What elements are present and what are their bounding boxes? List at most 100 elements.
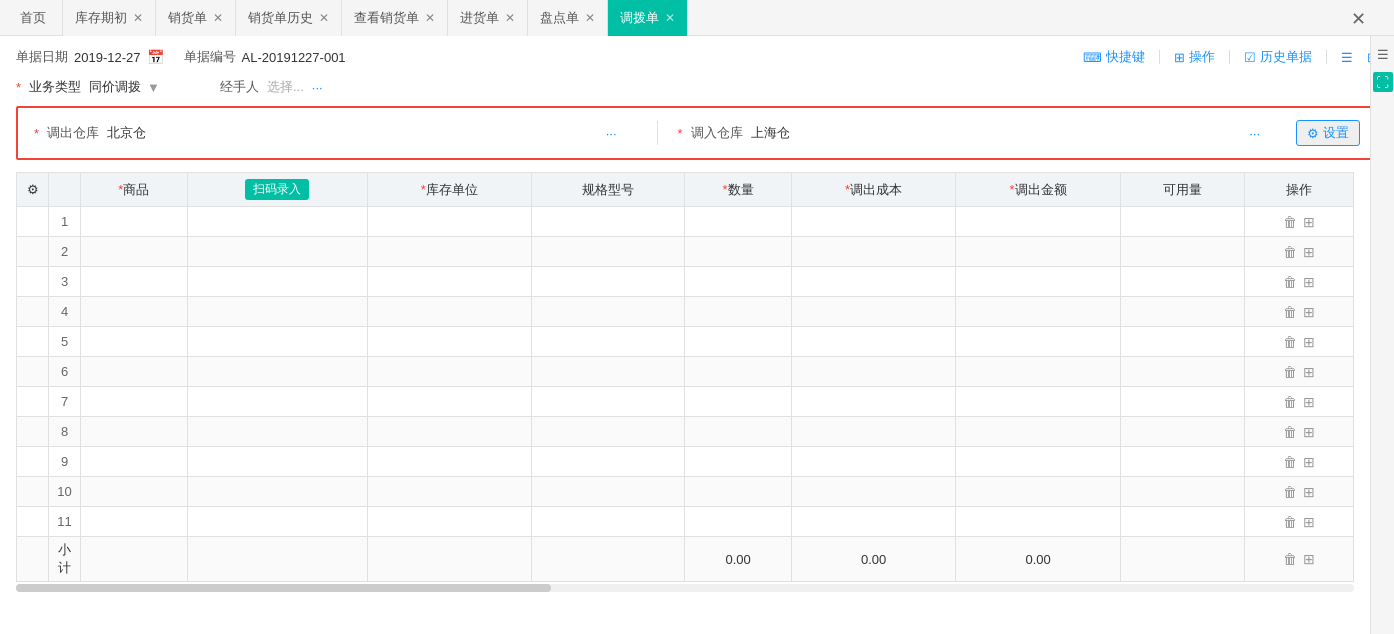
tab-transfer[interactable]: 调拨单 ✕: [608, 0, 688, 36]
tab-stocktake[interactable]: 盘点单 ✕: [528, 0, 608, 36]
row-qty[interactable]: [685, 237, 792, 267]
row-available[interactable]: [1120, 267, 1244, 297]
row-qty[interactable]: [685, 507, 792, 537]
delete-row-icon[interactable]: 🗑: [1283, 454, 1297, 470]
row-cost[interactable]: [791, 387, 955, 417]
row-available[interactable]: [1120, 297, 1244, 327]
tab-inventory-init[interactable]: 库存期初 ✕: [63, 0, 156, 36]
person-more-button[interactable]: ···: [312, 80, 323, 95]
copy-row-icon[interactable]: ⊞: [1303, 424, 1315, 440]
row-available[interactable]: [1120, 357, 1244, 387]
row-unit[interactable]: [367, 207, 531, 237]
row-qty[interactable]: [685, 417, 792, 447]
copy-row-icon[interactable]: ⊞: [1303, 304, 1315, 320]
subtotal-delete-icon[interactable]: 🗑: [1283, 551, 1297, 567]
row-unit[interactable]: [367, 267, 531, 297]
row-available[interactable]: [1120, 387, 1244, 417]
row-spec[interactable]: [532, 417, 685, 447]
row-amount[interactable]: [956, 447, 1120, 477]
row-available[interactable]: [1120, 477, 1244, 507]
row-unit[interactable]: [367, 357, 531, 387]
row-qty[interactable]: [685, 357, 792, 387]
close-sales-history-icon[interactable]: ✕: [319, 11, 329, 25]
shortcut-button[interactable]: ⌨ 快捷键: [1083, 48, 1145, 66]
close-sales-order-icon[interactable]: ✕: [213, 11, 223, 25]
row-amount[interactable]: [956, 477, 1120, 507]
row-available[interactable]: [1120, 237, 1244, 267]
close-transfer-icon[interactable]: ✕: [665, 11, 675, 25]
row-spec[interactable]: [532, 207, 685, 237]
row-qty[interactable]: [685, 297, 792, 327]
copy-row-icon[interactable]: ⊞: [1303, 394, 1315, 410]
subtotal-copy-icon[interactable]: ⊞: [1303, 551, 1315, 567]
row-amount[interactable]: [956, 297, 1120, 327]
row-cost[interactable]: [791, 447, 955, 477]
row-spec[interactable]: [532, 237, 685, 267]
row-available[interactable]: [1120, 507, 1244, 537]
delete-row-icon[interactable]: 🗑: [1283, 514, 1297, 530]
close-purchase-order-icon[interactable]: ✕: [505, 11, 515, 25]
delete-row-icon[interactable]: 🗑: [1283, 214, 1297, 230]
copy-row-icon[interactable]: ⊞: [1303, 334, 1315, 350]
out-warehouse-more-button[interactable]: ···: [606, 126, 617, 141]
copy-row-icon[interactable]: ⊞: [1303, 274, 1315, 290]
scan-button[interactable]: 扫码录入: [245, 179, 309, 200]
row-unit[interactable]: [367, 327, 531, 357]
row-unit[interactable]: [367, 237, 531, 267]
row-cost[interactable]: [791, 327, 955, 357]
row-qty[interactable]: [685, 387, 792, 417]
row-spec[interactable]: [532, 297, 685, 327]
row-product[interactable]: [81, 207, 188, 237]
delete-row-icon[interactable]: 🗑: [1283, 424, 1297, 440]
row-qty[interactable]: [685, 477, 792, 507]
row-available[interactable]: [1120, 207, 1244, 237]
row-product[interactable]: [81, 357, 188, 387]
tab-sales-history[interactable]: 销货单历史 ✕: [236, 0, 342, 36]
row-qty[interactable]: [685, 447, 792, 477]
copy-row-icon[interactable]: ⊞: [1303, 244, 1315, 260]
row-spec[interactable]: [532, 477, 685, 507]
row-cost[interactable]: [791, 477, 955, 507]
layout-list-button[interactable]: ☰: [1341, 50, 1353, 65]
tab-home[interactable]: 首页: [4, 0, 63, 36]
row-spec[interactable]: [532, 327, 685, 357]
close-stocktake-icon[interactable]: ✕: [585, 11, 595, 25]
row-spec[interactable]: [532, 447, 685, 477]
person-placeholder[interactable]: 选择...: [267, 78, 304, 96]
row-spec[interactable]: [532, 387, 685, 417]
col-gear[interactable]: ⚙: [17, 173, 49, 207]
row-unit[interactable]: [367, 447, 531, 477]
row-unit[interactable]: [367, 297, 531, 327]
delete-row-icon[interactable]: 🗑: [1283, 304, 1297, 320]
row-amount[interactable]: [956, 417, 1120, 447]
row-available[interactable]: [1120, 417, 1244, 447]
row-product[interactable]: [81, 507, 188, 537]
row-qty[interactable]: [685, 327, 792, 357]
row-product[interactable]: [81, 387, 188, 417]
biz-type-select[interactable]: 同价调拨 ▼: [89, 78, 160, 96]
row-product[interactable]: [81, 417, 188, 447]
row-amount[interactable]: [956, 267, 1120, 297]
row-amount[interactable]: [956, 387, 1120, 417]
row-spec[interactable]: [532, 507, 685, 537]
copy-row-icon[interactable]: ⊞: [1303, 484, 1315, 500]
close-inventory-init-icon[interactable]: ✕: [133, 11, 143, 25]
row-unit[interactable]: [367, 477, 531, 507]
delete-row-icon[interactable]: 🗑: [1283, 244, 1297, 260]
row-amount[interactable]: [956, 357, 1120, 387]
row-cost[interactable]: [791, 507, 955, 537]
row-product[interactable]: [81, 267, 188, 297]
scrollbar-thumb[interactable]: [16, 584, 551, 592]
row-amount[interactable]: [956, 237, 1120, 267]
sidebar-expand-icon[interactable]: ⛶: [1373, 72, 1393, 92]
row-spec[interactable]: [532, 357, 685, 387]
row-cost[interactable]: [791, 267, 955, 297]
row-amount[interactable]: [956, 207, 1120, 237]
sidebar-list-icon[interactable]: ☰: [1373, 44, 1393, 64]
calendar-icon[interactable]: 📅: [147, 49, 164, 65]
row-cost[interactable]: [791, 357, 955, 387]
copy-row-icon[interactable]: ⊞: [1303, 364, 1315, 380]
in-warehouse-more-button[interactable]: ···: [1249, 126, 1260, 141]
horizontal-scrollbar[interactable]: [16, 584, 1354, 592]
history-button[interactable]: ☑ 历史单据: [1244, 48, 1312, 66]
